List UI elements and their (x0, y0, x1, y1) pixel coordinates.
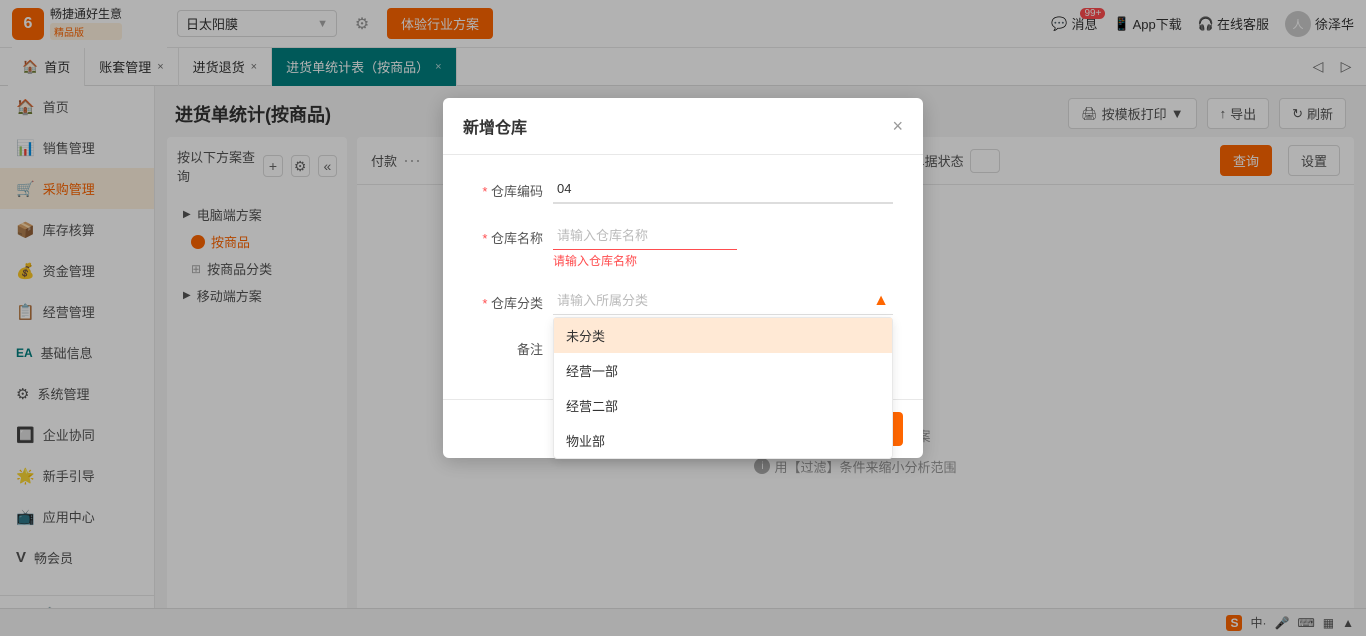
modal-overlay[interactable]: 新增仓库 × 仓库编码 仓库名称 请 (0, 0, 1366, 636)
name-error-msg: 请输入仓库名称 (553, 252, 637, 269)
category-input-container: ▲ (553, 287, 893, 315)
dropdown-item-uncategorized[interactable]: 未分类 (554, 318, 892, 353)
code-label: 仓库编码 (473, 175, 553, 200)
dropdown-item-dept1[interactable]: 经营一部 (554, 353, 892, 388)
code-input[interactable] (553, 175, 893, 203)
modal-close-button[interactable]: × (892, 116, 903, 137)
dropdown-item-property[interactable]: 物业部 (554, 423, 892, 458)
modal-new-warehouse: 新增仓库 × 仓库编码 仓库名称 请 (443, 98, 923, 458)
form-row-category: 仓库分类 ▲ 未分类 经营一部 经营二部 物业部 (473, 287, 893, 315)
category-dropdown: 未分类 经营一部 经营二部 物业部 (553, 317, 893, 459)
modal-title: 新增仓库 (463, 114, 527, 138)
form-row-name: 仓库名称 请输入仓库名称 (473, 222, 893, 269)
dropdown-item-dept2[interactable]: 经营二部 (554, 388, 892, 423)
form-row-code: 仓库编码 (473, 175, 893, 204)
category-input[interactable] (553, 287, 869, 314)
code-input-wrap (553, 175, 893, 204)
name-input[interactable] (553, 222, 737, 250)
category-toggle-icon[interactable]: ▲ (869, 292, 893, 310)
modal-body: 仓库编码 仓库名称 请输入仓库名称 (443, 155, 923, 399)
name-input-wrap (553, 222, 737, 250)
category-input-wrap: ▲ 未分类 经营一部 经营二部 物业部 (553, 287, 893, 315)
note-label: 备注 (473, 333, 553, 358)
name-label: 仓库名称 (473, 222, 553, 247)
modal-header: 新增仓库 × (443, 98, 923, 155)
category-label: 仓库分类 (473, 287, 553, 312)
